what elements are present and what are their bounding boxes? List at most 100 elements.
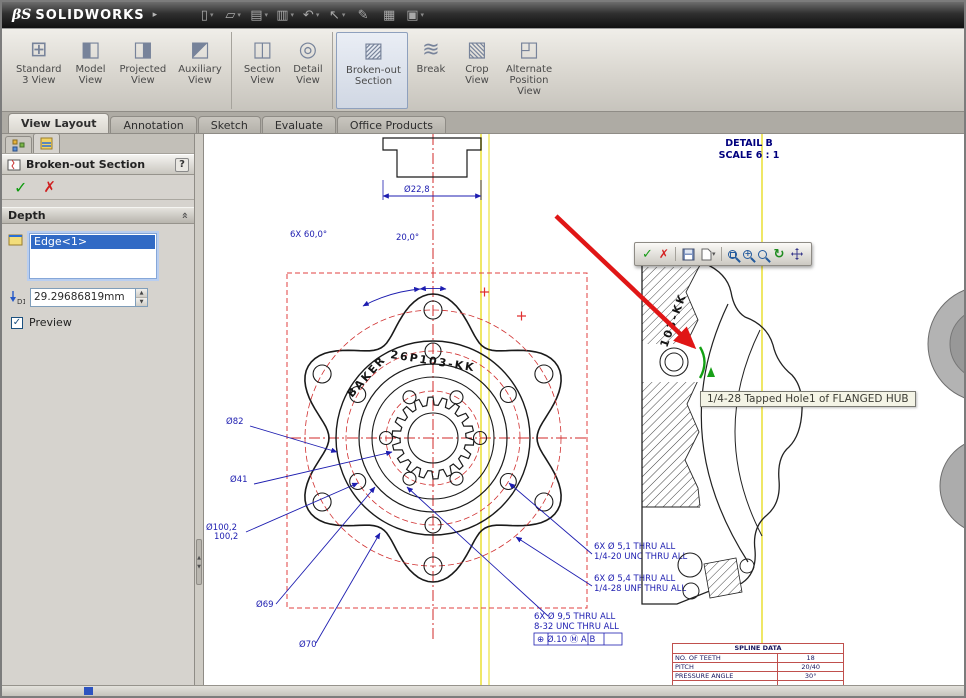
- command-label: Break: [416, 64, 446, 75]
- splitter-handle[interactable]: ▲ ▼: [196, 539, 202, 585]
- command-button[interactable]: Broken-out Section: [335, 32, 408, 109]
- command-label: Projected View: [119, 64, 167, 87]
- property-manager-header: Broken-out Section ?: [2, 154, 194, 175]
- cancel-button[interactable]: ✗: [43, 178, 56, 196]
- ribbon-tab[interactable]: Sketch: [197, 116, 261, 133]
- menu-expand-icon[interactable]: ▸: [153, 10, 158, 20]
- dimensions: 6X 60,0° 20,0° Ø82 Ø41 Ø100,2 100,2 Ø69 …: [206, 230, 687, 650]
- baker-text: BAKER: [345, 353, 389, 400]
- panel-title: Broken-out Section: [26, 158, 146, 171]
- depth-group-body: Edge<1> D1 29.29686819mm ▲ ▼: [2, 224, 194, 338]
- depth-value[interactable]: 29.29686819mm: [31, 289, 135, 306]
- toolbar-divider: [674, 247, 676, 261]
- spline-data-table: SPLINE DATA NO. OF TEETH 18 PITCH 20/40 …: [672, 643, 844, 685]
- command-icon: [30, 36, 48, 62]
- help-button[interactable]: ?: [175, 157, 189, 172]
- spline-table-row: PRESSURE ANGLE 30°: [673, 671, 843, 680]
- options-icon[interactable]: [377, 5, 401, 25]
- print-icon[interactable]: [273, 5, 297, 25]
- ribbon-tab[interactable]: Evaluate: [261, 116, 336, 133]
- refresh-icon[interactable]: ↻: [773, 248, 784, 261]
- command-button[interactable]: Section View: [235, 32, 287, 109]
- spin-down-icon[interactable]: ▼: [136, 298, 147, 306]
- selection-listbox[interactable]: Edge<1>: [29, 233, 157, 279]
- gdt-frame: ⊕ Ø.10 Ⓜ A B: [533, 632, 623, 646]
- tab-property-manager[interactable]: [33, 133, 60, 153]
- sheet-dropdown-icon[interactable]: ▾: [701, 248, 715, 261]
- app-title: SOLIDWORKS: [35, 7, 145, 23]
- command-label: Detail View: [293, 64, 323, 87]
- command-icon: [519, 36, 539, 62]
- hole-tooltip: 1/4-28 Tapped Hole1 of FLANGED HUB: [700, 391, 916, 407]
- command-manager: Standard 3 View Model View Projected Vie…: [2, 28, 964, 112]
- select-icon[interactable]: [325, 5, 349, 25]
- depth-value-input[interactable]: 29.29686819mm ▲ ▼: [30, 288, 148, 307]
- zoom-fit-icon[interactable]: [758, 249, 768, 259]
- new-document-icon[interactable]: [195, 5, 219, 25]
- svg-text:Ø82: Ø82: [226, 416, 244, 427]
- spin-up-icon[interactable]: ▲: [136, 289, 147, 298]
- selection-arrow-icon: [707, 367, 715, 377]
- confirm-icon[interactable]: ✓: [642, 248, 653, 261]
- svg-text:6X 60,0°: 6X 60,0°: [290, 230, 327, 240]
- command-button[interactable]: Model View: [68, 32, 114, 109]
- selected-edge-item[interactable]: Edge<1>: [31, 235, 155, 249]
- sketch-icon[interactable]: [351, 5, 375, 25]
- command-button[interactable]: Break: [408, 32, 454, 109]
- cancel-icon[interactable]: ✗: [659, 248, 669, 260]
- command-button[interactable]: Projected View: [114, 32, 173, 109]
- panel-splitter[interactable]: ▲ ▼: [195, 134, 204, 685]
- drawing-canvas[interactable]: Ø22,8 26P103-KK BAKER 6X 60,0° 20,0° Ø82…: [204, 134, 964, 685]
- depth-spinner: ▲ ▼: [135, 289, 147, 306]
- ds-logo: βS: [12, 7, 32, 23]
- detail-label: DETAIL B: [725, 138, 773, 149]
- command-button[interactable]: Alternate Position View: [500, 32, 558, 109]
- status-bar: [2, 685, 964, 696]
- undo-icon[interactable]: [299, 5, 323, 25]
- svg-text:6X Ø 5,1 THRU ALL: 6X Ø 5,1 THRU ALL: [594, 541, 676, 552]
- confirm-row: ✓ ✗: [2, 175, 194, 200]
- ribbon-tab[interactable]: Annotation: [110, 116, 197, 133]
- svg-text:Ø69: Ø69: [256, 599, 274, 610]
- command-icon: [252, 36, 272, 62]
- toolbar-divider: [721, 247, 723, 261]
- top-partial-view: [382, 137, 482, 178]
- panel-tab-strip: [2, 133, 194, 154]
- command-button[interactable]: Detail View: [287, 32, 333, 109]
- svg-text:20,0°: 20,0°: [396, 233, 419, 243]
- model-preview-partial: [927, 289, 964, 529]
- feature-tree-icon: [12, 139, 25, 151]
- svg-text:⊕ Ø.10 Ⓜ A B: ⊕ Ø.10 Ⓜ A B: [537, 634, 595, 645]
- ribbon-tab[interactable]: Office Products: [336, 116, 447, 133]
- sheet-zone-lines: [480, 134, 763, 685]
- save-icon[interactable]: [682, 248, 695, 261]
- command-button[interactable]: Crop View: [454, 32, 500, 109]
- command-label: Model View: [75, 64, 106, 87]
- highlighted-edge[interactable]: [698, 346, 706, 379]
- svg-text:6X Ø 9,5 THRU ALL: 6X Ø 9,5 THRU ALL: [534, 611, 616, 622]
- standard-toolbar: [195, 5, 427, 25]
- pan-icon[interactable]: [790, 247, 804, 261]
- drawing-sheet: Ø22,8 26P103-KK BAKER 6X 60,0° 20,0° Ø82…: [206, 134, 964, 685]
- command-label: Alternate Position View: [505, 64, 553, 98]
- open-icon[interactable]: [221, 5, 245, 25]
- view-popup-toolbar: ✓ ✗ ▾ ↻: [634, 242, 813, 266]
- status-indicator: [84, 687, 93, 695]
- save-icon[interactable]: [247, 5, 271, 25]
- tab-feature-manager[interactable]: [5, 136, 32, 153]
- command-label: Section View: [243, 64, 281, 87]
- command-button[interactable]: Standard 3 View: [10, 32, 68, 109]
- ribbon-tab[interactable]: View Layout: [8, 113, 110, 133]
- spline-table-row: NO. OF TEETH 18: [673, 653, 843, 662]
- zoom-area-icon[interactable]: [728, 249, 738, 259]
- depth-group-header[interactable]: Depth »: [2, 207, 194, 224]
- preview-checkbox[interactable]: [11, 316, 23, 329]
- svg-text:D1: D1: [17, 298, 25, 306]
- command-icon: [133, 36, 153, 62]
- detail-scale-label: SCALE 6 : 1: [719, 150, 780, 161]
- command-icon: [190, 36, 210, 62]
- command-button[interactable]: Auxiliary View: [172, 32, 232, 109]
- ok-button[interactable]: ✓: [14, 178, 27, 197]
- zoom-inout-icon[interactable]: [743, 249, 753, 259]
- views-icon[interactable]: [403, 5, 427, 25]
